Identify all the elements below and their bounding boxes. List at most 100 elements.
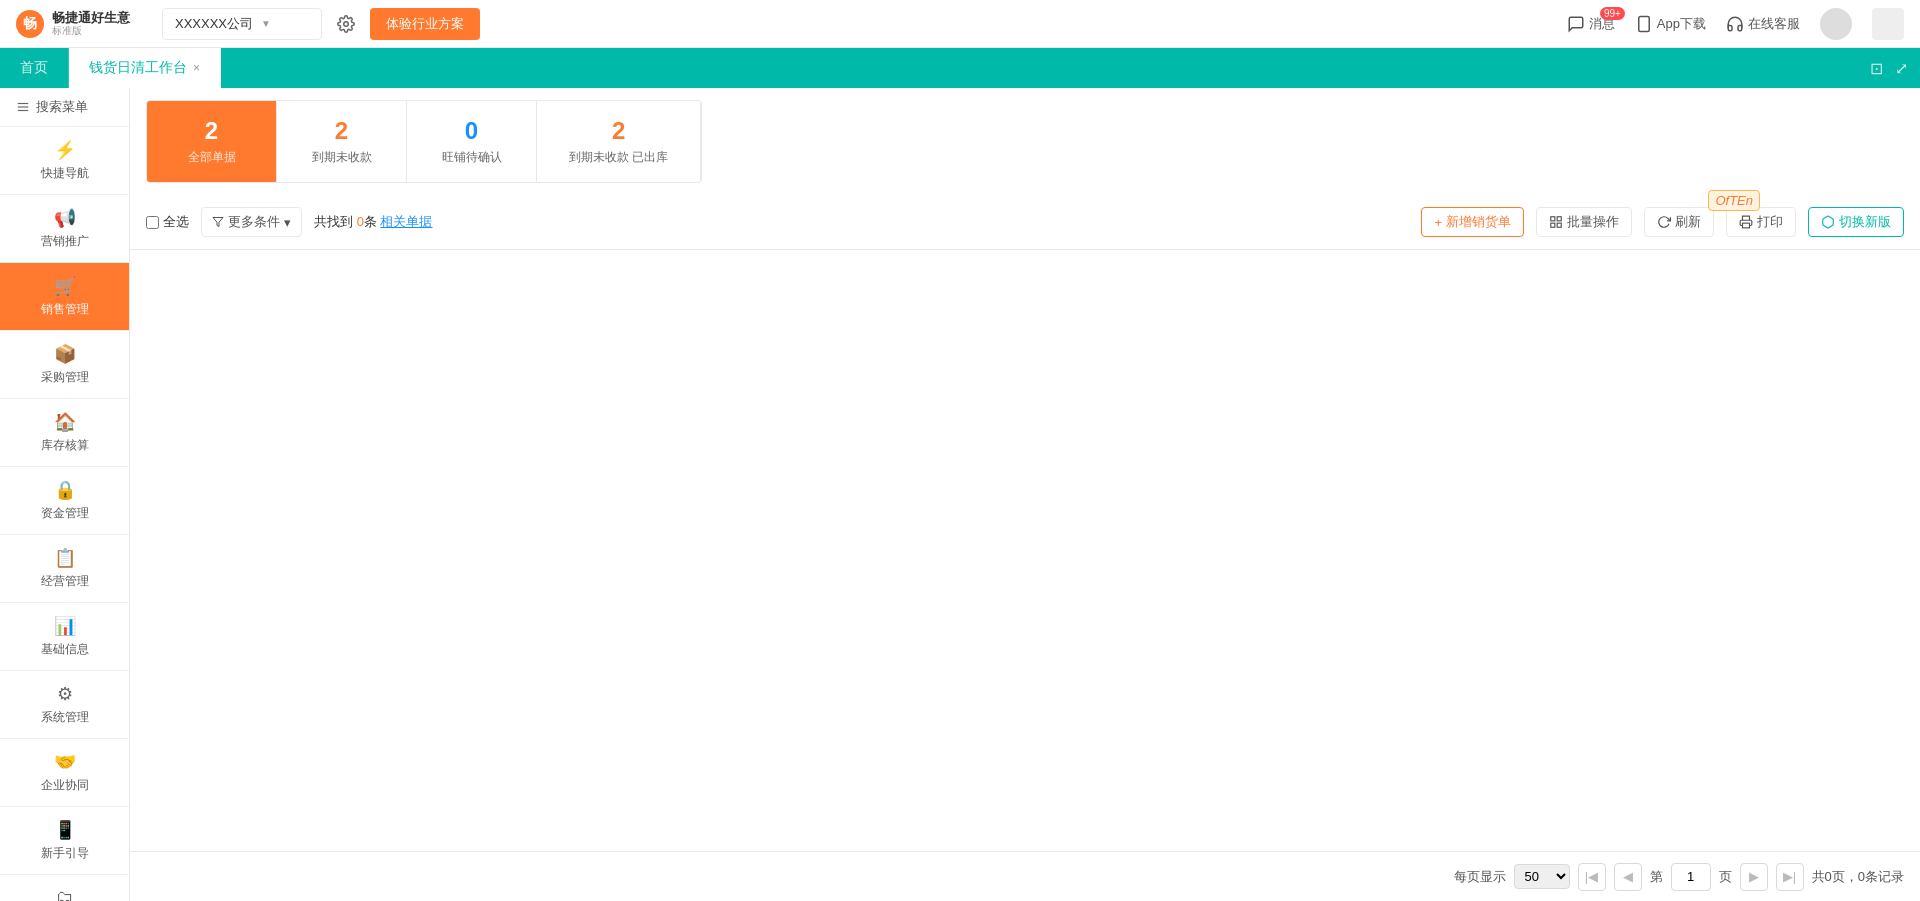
card-all[interactable]: 2 全部单据 [147, 101, 277, 182]
cooperation-icon: 🤝 [54, 751, 76, 773]
logo-subtitle: 标准版 [52, 25, 130, 37]
tab-home-label: 首页 [20, 59, 48, 77]
svg-marker-6 [213, 218, 223, 227]
logo-text: 畅捷通好生意 标准版 [52, 10, 130, 38]
result-unit: 条 [364, 214, 377, 229]
sidebar-item-quick-nav[interactable]: ⚡ 快捷导航 [0, 127, 129, 195]
app-center-icon: 🗂 [56, 887, 74, 901]
result-count: 0 [357, 214, 364, 229]
sidebar-item-finance[interactable]: 🔒 资金管理 [0, 467, 129, 535]
card-all-label: 全部单据 [179, 149, 244, 166]
sidebar-item-system[interactable]: ⚙ 系统管理 [0, 671, 129, 739]
sidebar-label-finance: 资金管理 [41, 505, 89, 522]
card-shipped-count: 2 [569, 117, 668, 145]
sidebar-item-sales[interactable]: 🛒 销售管理 [0, 263, 129, 331]
restore-icon[interactable]: ⊡ [1870, 59, 1883, 78]
select-all-label: 全选 [163, 213, 189, 231]
marketing-icon: 📢 [54, 207, 76, 229]
switch-label: 切换新版 [1839, 213, 1891, 231]
tab-spacer [221, 48, 1858, 88]
per-page-select[interactable]: 10 20 50 100 [1514, 864, 1570, 889]
chevron-down-icon: ▾ [284, 215, 291, 230]
company-name: XXXXXX公司 [175, 15, 253, 33]
online-service-label: 在线客服 [1748, 15, 1800, 33]
operations-icon: 📋 [54, 547, 76, 569]
user-menu[interactable] [1872, 8, 1904, 40]
print-label: 打印 [1757, 213, 1783, 231]
sidebar-item-app-center[interactable]: 🗂 应用中心 [0, 875, 129, 901]
refresh-label: 刷新 [1675, 213, 1701, 231]
page-input[interactable] [1671, 863, 1711, 891]
sidebar-item-marketing[interactable]: 📢 营销推广 [0, 195, 129, 263]
last-page-button[interactable]: ▶| [1776, 863, 1804, 891]
result-link[interactable]: 相关单据 [380, 214, 432, 229]
batch-operation-button[interactable]: 批量操作 [1536, 207, 1632, 237]
svg-point-0 [344, 21, 349, 26]
page-label-end: 页 [1719, 868, 1732, 886]
prev-page-button[interactable]: ◀ [1614, 863, 1642, 891]
search-menu-item[interactable]: 搜索菜单 [0, 88, 129, 127]
tab-active[interactable]: 钱货日清工作台 × [69, 48, 221, 88]
logo-title: 畅捷通好生意 [52, 10, 130, 26]
print-button[interactable]: 打印 [1726, 207, 1796, 237]
sidebar-label-system: 系统管理 [41, 709, 89, 726]
finance-icon: 🔒 [54, 479, 76, 501]
refresh-button[interactable]: 刷新 [1644, 207, 1714, 237]
app-download-button[interactable]: App下载 [1635, 15, 1706, 33]
total-text: 共0页，0条记录 [1812, 868, 1904, 886]
sidebar: 搜索菜单 ⚡ 快捷导航 📢 营销推广 🛒 销售管理 📦 采购管理 🏠 库存核算 … [0, 88, 130, 901]
card-shipped[interactable]: 2 到期未收款 已出库 [537, 101, 701, 182]
sidebar-item-inventory[interactable]: 🏠 库存核算 [0, 399, 129, 467]
add-sales-order-button[interactable]: + 新增销货单 [1421, 207, 1524, 237]
company-selector[interactable]: XXXXXX公司 ▼ [162, 8, 322, 40]
main-layout: 搜索菜单 ⚡ 快捷导航 📢 营销推广 🛒 销售管理 📦 采购管理 🏠 库存核算 … [0, 88, 1920, 901]
sidebar-label-sales: 销售管理 [41, 301, 89, 318]
select-all-input[interactable] [146, 216, 159, 229]
card-pending[interactable]: 0 旺铺待确认 [407, 101, 537, 182]
content-area: 2 全部单据 2 到期未收款 0 旺铺待确认 2 到期未收款 已出库 [130, 88, 1920, 901]
sidebar-item-guide[interactable]: 📱 新手引导 [0, 807, 129, 875]
sidebar-item-operations[interactable]: 📋 经营管理 [0, 535, 129, 603]
app-download-label: App下载 [1657, 15, 1706, 33]
add-sales-order-label: 新增销货单 [1446, 213, 1511, 231]
experience-button[interactable]: 体验行业方案 [370, 8, 480, 40]
settings-button[interactable] [330, 8, 362, 40]
table-area [130, 250, 1920, 851]
sidebar-label-quick-nav: 快捷导航 [41, 165, 89, 182]
expand-icon[interactable]: ⤢ [1895, 59, 1908, 78]
header-right: 消息 99+ App下载 在线客服 [1567, 8, 1904, 40]
add-icon: + [1434, 215, 1442, 230]
sidebar-label-guide: 新手引导 [41, 845, 89, 862]
message-button[interactable]: 消息 99+ [1567, 15, 1615, 33]
message-badge: 99+ [1600, 7, 1625, 20]
next-page-button[interactable]: ▶ [1740, 863, 1768, 891]
svg-rect-11 [1743, 223, 1750, 228]
card-overdue[interactable]: 2 到期未收款 [277, 101, 407, 182]
basic-info-icon: 📊 [54, 615, 76, 637]
pagination-bar: 每页显示 10 20 50 100 |◀ ◀ 第 页 ▶ ▶| 共0页，0条记录 [130, 851, 1920, 901]
online-service-button[interactable]: 在线客服 [1726, 15, 1800, 33]
select-all-checkbox[interactable]: 全选 [146, 213, 189, 231]
tab-close-icon[interactable]: × [193, 61, 200, 75]
more-filters-label: 更多条件 [228, 213, 280, 231]
sidebar-label-marketing: 营销推广 [41, 233, 89, 250]
sidebar-item-purchase[interactable]: 📦 采购管理 [0, 331, 129, 399]
switch-new-version-button[interactable]: 切换新版 [1808, 207, 1904, 237]
guide-icon: 📱 [54, 819, 76, 841]
more-filters-button[interactable]: 更多条件 ▾ [201, 207, 302, 237]
quick-nav-icon: ⚡ [54, 139, 76, 161]
avatar[interactable] [1820, 8, 1852, 40]
per-page-label: 每页显示 [1454, 868, 1506, 886]
sidebar-item-basic-info[interactable]: 📊 基础信息 [0, 603, 129, 671]
tab-home[interactable]: 首页 [0, 48, 69, 88]
sidebar-label-operations: 经营管理 [41, 573, 89, 590]
toolbar: 全选 更多条件 ▾ 共找到 0条 相关单据 + 新增销货单 [130, 195, 1920, 250]
sidebar-item-cooperation[interactable]: 🤝 企业协同 [0, 739, 129, 807]
result-prefix: 共找到 [314, 214, 353, 229]
inventory-icon: 🏠 [54, 411, 76, 433]
card-pending-label: 旺铺待确认 [439, 149, 504, 166]
svg-rect-9 [1551, 223, 1555, 227]
system-icon: ⚙ [57, 683, 73, 705]
svg-rect-10 [1557, 223, 1561, 227]
first-page-button[interactable]: |◀ [1578, 863, 1606, 891]
